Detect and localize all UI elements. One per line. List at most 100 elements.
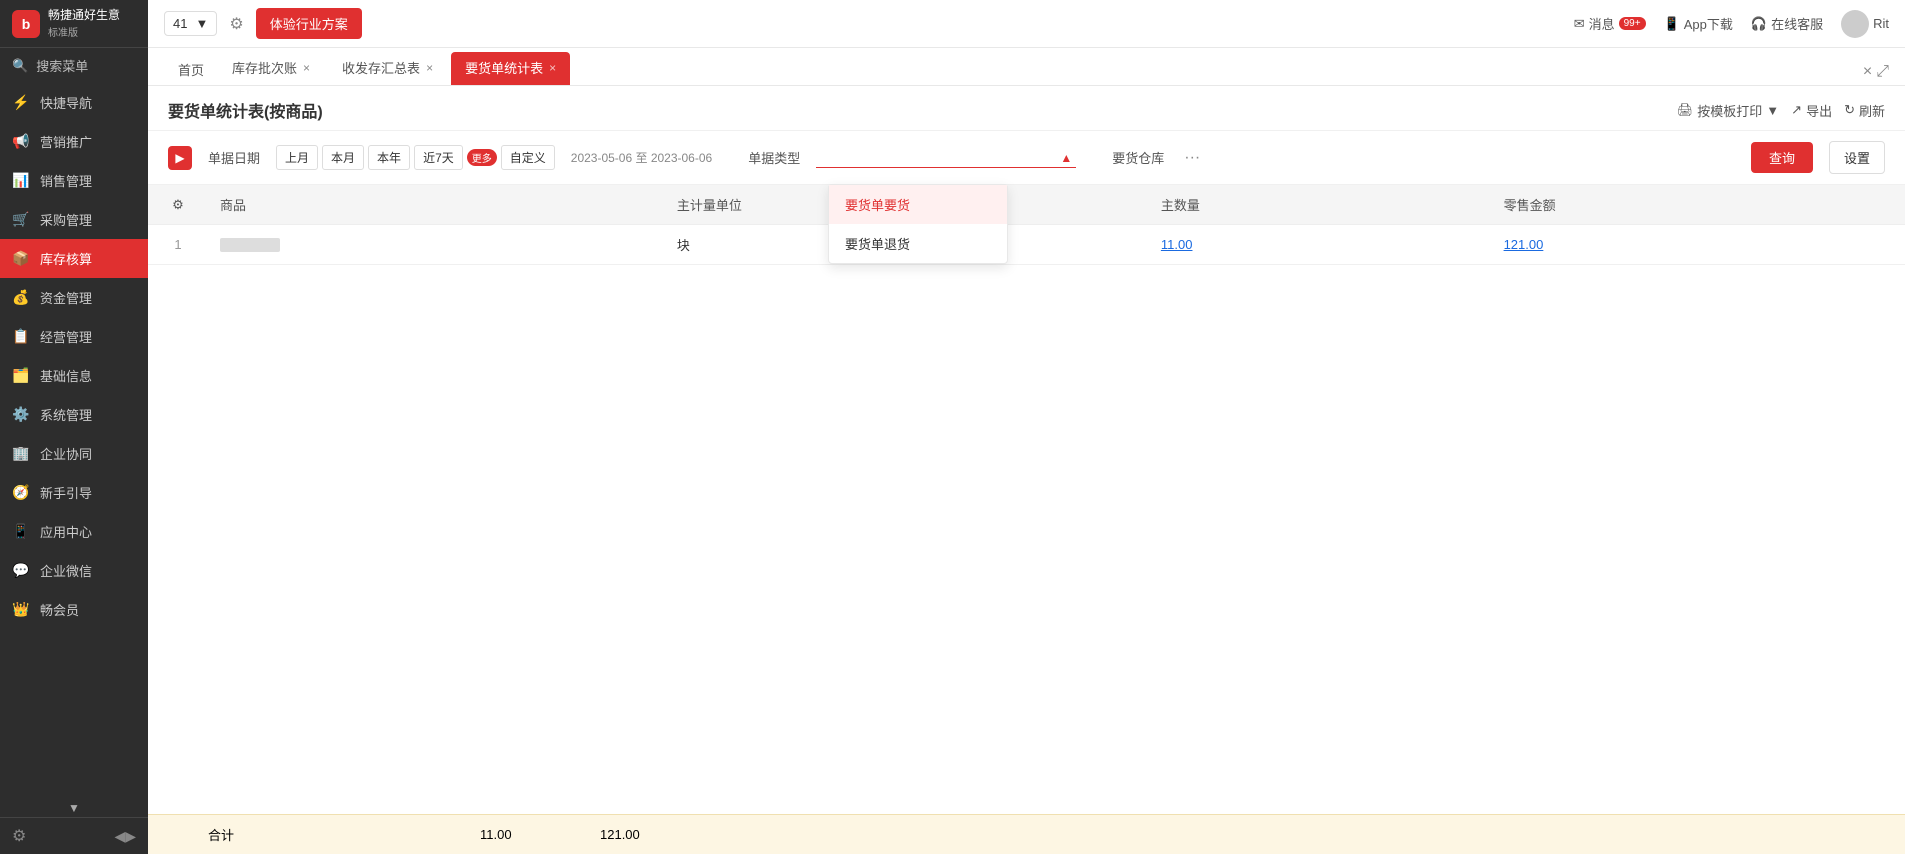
tab-close-icon[interactable]: × [549,61,556,75]
support-btn[interactable]: 🎧 在线客服 [1751,14,1823,33]
search-icon: 🔍 [12,58,28,74]
custom-date-btn[interactable]: 自定义 [501,145,555,170]
date-range-text: 2023-05-06 至 2023-06-06 [571,149,712,166]
last-month-btn[interactable]: 上月 [276,145,318,170]
finance-icon: 💰 [12,289,30,306]
support-label: 在线客服 [1771,14,1823,33]
sidebar-item-label: 新手引导 [40,483,92,502]
collapse-icon[interactable]: ◀▶ [114,828,136,845]
topbar: 41 ▼ ⚙ 体验行业方案 ✉ 消息 99+ 📱 App下载 🎧 在线客服 R [148,0,1905,48]
company-selector[interactable]: 41 ▼ [164,11,217,36]
this-month-btn[interactable]: 本月 [322,145,364,170]
tab-inventory-batch[interactable]: 库存批次账 × [218,52,324,85]
sidebar-item-marketing[interactable]: 📢 营销推广 [0,122,148,161]
query-btn[interactable]: 查询 [1751,142,1813,173]
cell-amount[interactable]: 121.00 [1492,225,1905,265]
footer-amount: 121.00 [600,827,720,842]
company-selector-text: 41 [173,16,187,31]
tab-label: 收发存汇总表 [342,58,420,77]
this-year-btn[interactable]: 本年 [368,145,410,170]
print-template-btn[interactable]: 🖨 按模板打印 ▼ [1677,101,1779,120]
sidebar-item-operations[interactable]: 📋 经营管理 [0,317,148,356]
app-brand-sub: 标准版 [48,24,120,39]
type-filter-input[interactable] [816,148,1076,168]
sidebar-item-enterprise[interactable]: 🏢 企业协同 [0,434,148,473]
date-filter-btns: 上月 本月 本年 近7天 更多 自定义 [276,145,555,170]
dropdown-item-order-return[interactable]: 要货单退货 [829,224,1007,263]
sidebar-item-label: 库存核算 [40,249,92,268]
sidebar-item-label: 应用中心 [40,522,92,541]
sidebar-item-label: 基础信息 [40,366,92,385]
sidebar-item-label: 资金管理 [40,288,92,307]
messages-badge: 99+ [1619,17,1646,30]
sidebar-item-wecom[interactable]: 💬 企业微信 [0,551,148,590]
dropdown-item-order-goods[interactable]: 要货单要货 [829,185,1007,224]
sidebar-item-member[interactable]: 👑 畅会员 [0,590,148,629]
footer-qty: 11.00 [480,827,600,842]
sidebar-item-guide[interactable]: 🧭 新手引导 [0,473,148,512]
chevron-down-icon: ▼ [1766,103,1779,118]
trial-btn[interactable]: 体验行业方案 [256,8,362,39]
table-row: 1 块 11.00 121.00 [148,225,1905,265]
header-actions: 🖨 按模板打印 ▼ ↗ 导出 ↻ 刷新 [1677,101,1885,120]
filter-bar: ▶ 单据日期 上月 本月 本年 近7天 更多 自定义 2023-05-06 至 … [148,131,1905,185]
refresh-btn[interactable]: ↻ 刷新 [1844,101,1885,120]
support-icon: 🎧 [1751,16,1767,32]
avatar [1841,10,1869,38]
app-logo-icon: b [12,10,40,38]
page-title: 要货单统计表(按商品) [168,98,323,122]
purchase-icon: 🛒 [12,211,30,228]
tab-receipt-summary[interactable]: 收发存汇总表 × [328,52,447,85]
tab-close-icon[interactable]: × [303,61,310,75]
cell-goods [208,225,665,265]
tabs-expand-btn[interactable]: ⤢ [1876,63,1889,81]
type-dropdown-menu: 要货单要货 要货单退货 [828,184,1008,264]
sidebar-item-basic[interactable]: 🗂️ 基础信息 [0,356,148,395]
warehouse-more-icon[interactable]: ··· [1184,149,1200,167]
sidebar-item-system[interactable]: ⚙️ 系统管理 [0,395,148,434]
last-7-btn[interactable]: 近7天 [414,145,463,170]
sidebar-item-quicknav[interactable]: ⚡ 快捷导航 [0,83,148,122]
more-date-badge[interactable]: 更多 [467,149,497,166]
sidebar-item-sales[interactable]: 📊 销售管理 [0,161,148,200]
date-filter-label: 单据日期 [208,148,260,167]
user-avatar-btn[interactable]: Rit [1841,10,1889,38]
refresh-icon: ↻ [1844,102,1855,118]
col-qty: 主数量 [1149,185,1492,225]
print-icon: 🖨 [1677,102,1694,118]
topbar-right: ✉ 消息 99+ 📱 App下载 🎧 在线客服 Rit [1574,10,1889,38]
sidebar-item-label: 采购管理 [40,210,92,229]
sidebar-scroll-down[interactable]: ▼ [0,799,148,817]
sidebar-item-inventory[interactable]: 📦 库存核算 [0,239,148,278]
content-header: 要货单统计表(按商品) 🖨 按模板打印 ▼ ↗ 导出 ↻ 刷新 [148,86,1905,131]
sidebar-item-appstore[interactable]: 📱 应用中心 [0,512,148,551]
type-input-wrap: ▲ [816,148,1076,168]
tab-close-icon[interactable]: × [426,61,433,75]
sidebar-search[interactable]: 🔍 搜索菜单 [0,48,148,83]
tabs-close-all-btn[interactable]: × [1863,63,1872,81]
type-dropdown-arrow[interactable]: ▲ [1060,151,1072,165]
messages-btn[interactable]: ✉ 消息 99+ [1574,14,1646,33]
filter-settings-btn[interactable]: 设置 [1829,141,1885,174]
sidebar-item-label: 快捷导航 [40,93,92,112]
sidebar-nav: ⚡ 快捷导航 📢 营销推广 📊 销售管理 🛒 采购管理 📦 库存核算 💰 资金管… [0,83,148,799]
enterprise-icon: 🏢 [12,445,30,462]
settings-icon[interactable]: ⚙ [12,826,26,846]
filter-expand-btn[interactable]: ▶ [168,146,192,170]
marketing-icon: 📢 [12,133,30,150]
goods-name-blurred [220,238,280,252]
sidebar-item-purchase[interactable]: 🛒 采购管理 [0,200,148,239]
content-inner: 要货单统计表(按商品) 🖨 按模板打印 ▼ ↗ 导出 ↻ 刷新 [148,86,1905,854]
download-btn[interactable]: 📱 App下载 [1664,14,1733,33]
col-settings[interactable]: ⚙ [148,185,208,225]
topbar-settings-icon[interactable]: ⚙ [229,14,243,34]
main-area: 41 ▼ ⚙ 体验行业方案 ✉ 消息 99+ 📱 App下载 🎧 在线客服 R [148,0,1905,854]
member-icon: 👑 [12,601,30,618]
guide-icon: 🧭 [12,484,30,501]
export-btn[interactable]: ↗ 导出 [1791,101,1832,120]
tab-home[interactable]: 首页 [164,54,218,85]
col-amount: 零售金额 [1492,185,1905,225]
tab-order-summary[interactable]: 要货单统计表 × [451,52,570,85]
cell-qty[interactable]: 11.00 [1149,225,1492,265]
sidebar-item-finance[interactable]: 💰 资金管理 [0,278,148,317]
